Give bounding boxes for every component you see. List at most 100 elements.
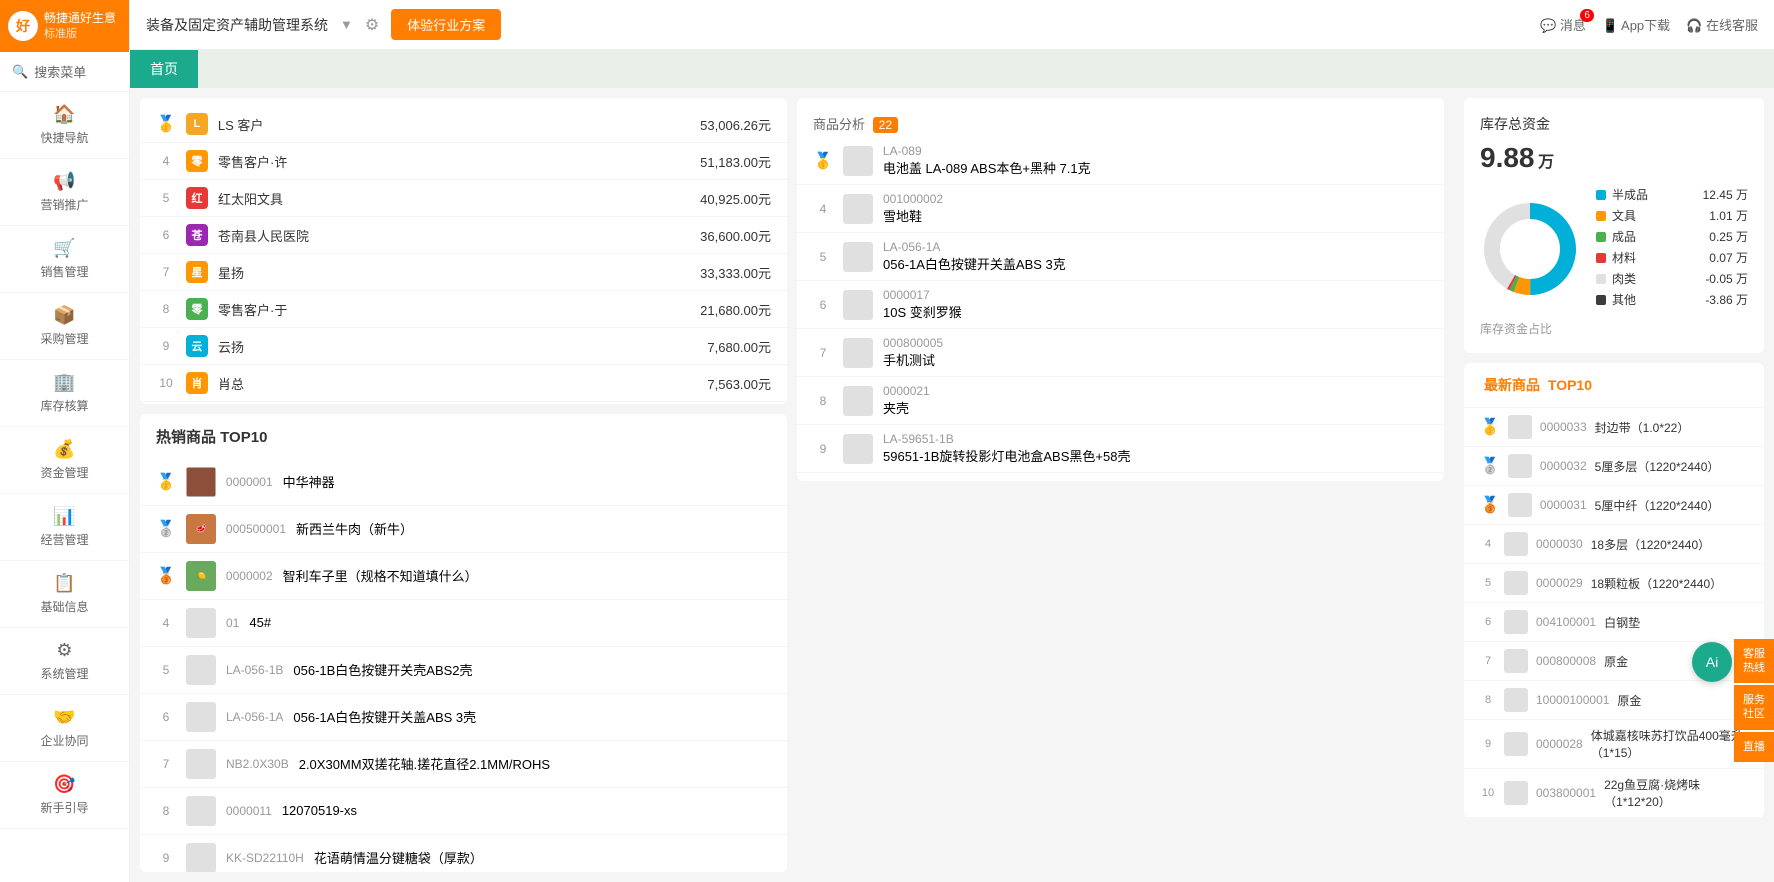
prod-rank-6: 7: [813, 346, 833, 360]
rank-name-6: 零售客户·于: [218, 300, 690, 319]
legend-label-6: 其他: [1612, 291, 1699, 308]
inventory-total: 9.88 万: [1480, 142, 1748, 174]
inventory-unit: 万: [1538, 154, 1554, 171]
rank-item-8: 10 肖 肖总 7,563.00元: [140, 365, 787, 402]
badge-1: L: [186, 113, 208, 135]
new-rank-7: 7: [1480, 655, 1496, 667]
hot-name-7: 2.0X30MM双搓花轴.搓花直径2.1MM/ROHS: [299, 754, 550, 773]
hot-item-9: 9 KK-SD22110H 花语萌情温分键糖袋（厚款）: [140, 835, 787, 872]
hot-name-2: 新西兰牛肉（新牛）: [296, 519, 413, 538]
hot-name-6: 056-1A白色按键开关盖ABS 3壳: [293, 707, 476, 726]
legend-dot-5: [1596, 274, 1606, 284]
basics-icon: 📋: [53, 573, 75, 594]
badge-5: 星: [186, 261, 208, 283]
sidebar-item-finance[interactable]: 💰 资金管理: [0, 427, 129, 494]
legend-val-3: 0.25 万: [1709, 228, 1748, 245]
rank-item-7: 9 云 云扬 7,680.00元: [140, 328, 787, 365]
sidebar-item-system[interactable]: ⚙ 系统管理: [0, 628, 129, 695]
logo-icon: 好: [8, 11, 38, 41]
new-name-2: 5厘多层（1220*2440）: [1595, 458, 1748, 475]
gear-icon[interactable]: ⚙: [365, 15, 379, 35]
hot-medal-1: 🥇: [156, 472, 176, 492]
new-name-9: 体城嘉核味苏打饮品400毫升（1*15）: [1591, 727, 1748, 761]
hot-rank-9: 9: [156, 851, 176, 865]
badge-2: 零: [186, 150, 208, 172]
sidebar-item-nav[interactable]: 🏠 快捷导航: [0, 92, 129, 159]
sidebar-item-inventory[interactable]: 🏢 库存核算: [0, 360, 129, 427]
legend-label-5: 肉类: [1612, 270, 1699, 287]
prod-name-3: 雪地鞋: [883, 206, 1428, 225]
new-medal-1: 🥇: [1480, 417, 1500, 437]
online-service-button[interactable]: 🎧 在线客服: [1686, 15, 1758, 34]
new-rank-6: 6: [1480, 616, 1496, 628]
dropdown-icon[interactable]: ▼: [340, 17, 353, 32]
new-item-2: 🥈 0000032 5厘多层（1220*2440）: [1464, 447, 1764, 486]
new-item-5: 5 0000029 18颗粒板（1220*2440）: [1464, 564, 1764, 603]
app-download-button[interactable]: 📱 App下载: [1602, 15, 1670, 34]
new-img-6: [1504, 610, 1528, 634]
prod-name-1: 电池盖 LA-089 ABS本色+黑种 7.1克: [883, 158, 1428, 177]
prod-rank-8: 9: [813, 442, 833, 456]
hot-code-1: 0000001: [226, 475, 273, 489]
rank-item-3: 5 红 红太阳文具 40,925.00元: [140, 180, 787, 217]
badge-8: 肖: [186, 372, 208, 394]
sidebar-item-guide[interactable]: 🎯 新手引导: [0, 762, 129, 829]
hot-item-5: 5 LA-056-1B 056-1B白色按键开关壳ABS2壳: [140, 647, 787, 694]
hot-name-1: 中华神器: [283, 472, 335, 491]
message-button[interactable]: 💬 消息 6: [1540, 15, 1586, 34]
hot-item-7: 7 NB2.0X30B 2.0X30MM双搓花轴.搓花直径2.1MM/ROHS: [140, 741, 787, 788]
float-btn-service[interactable]: 客服热线: [1734, 639, 1774, 684]
float-btn-community[interactable]: 服务社区: [1734, 685, 1774, 730]
sidebar-item-basics[interactable]: 📋 基础信息: [0, 561, 129, 628]
rank-name-3: 红太阳文具: [218, 189, 690, 208]
rank-item-4: 6 苍 苍南县人民医院 36,600.00元: [140, 217, 787, 254]
product-sales-panel: 商品分析 22 🥇 LA-089 电池盖 LA-089 ABS本色+黑种 7.1…: [797, 98, 1444, 481]
prod-code-8: LA-59651-1B: [883, 432, 1428, 446]
new-img-7: [1504, 649, 1528, 673]
new-img-9: [1504, 732, 1528, 756]
finance-icon: 💰: [53, 439, 75, 460]
prod-code-1: LA-089: [883, 144, 1428, 158]
legend-item-5: 肉类 -0.05 万: [1596, 270, 1748, 287]
operations-icon: 📊: [53, 506, 75, 527]
tab-home[interactable]: 首页: [130, 50, 198, 88]
sidebar-item-purchase[interactable]: 📦 采购管理: [0, 293, 129, 360]
prod-img-7: [843, 386, 873, 416]
donut-chart: [1480, 199, 1580, 299]
rank-num-7: 9: [156, 339, 176, 353]
product-item-7: 8 0000021 夹壳: [797, 377, 1444, 425]
hot-code-4: 01: [226, 616, 239, 630]
sidebar-item-operations[interactable]: 📊 经营管理: [0, 494, 129, 561]
new-img-3: [1508, 493, 1532, 517]
prod-info-4: LA-056-1A 056-1A白色按键开关盖ABS 3克: [883, 240, 1428, 273]
topbar: 装备及固定资产辅助管理系统 ▼ ⚙ 体验行业方案 💬 消息 6 📱 App下载 …: [130, 0, 1774, 50]
sidebar-item-sales[interactable]: 🛒 销售管理: [0, 226, 129, 293]
new-img-2: [1508, 454, 1532, 478]
rank-item-6: 8 零 零售客户·于 21,680.00元: [140, 291, 787, 328]
inventory-title: 库存总资金: [1480, 114, 1748, 134]
float-btn-live[interactable]: 直播: [1734, 732, 1774, 762]
legend-val-2: 1.01 万: [1709, 207, 1748, 224]
legend-val-4: 0.07 万: [1709, 249, 1748, 266]
sidebar-item-marketing[interactable]: 📢 营销推广: [0, 159, 129, 226]
prod-img-8: [843, 434, 873, 464]
new-rank-5: 5: [1480, 577, 1496, 589]
hot-name-4: 45#: [249, 615, 271, 630]
prod-medal-1: 🥇: [813, 151, 833, 171]
prod-info-1: LA-089 电池盖 LA-089 ABS本色+黑种 7.1克: [883, 144, 1428, 177]
legend-label-3: 成品: [1612, 228, 1703, 245]
prod-rank-4: 5: [813, 250, 833, 264]
search-menu[interactable]: 🔍 搜索菜单: [0, 52, 129, 92]
search-icon: 🔍: [12, 64, 28, 80]
new-medal-3: 🥉: [1480, 495, 1500, 515]
sales-ranking-panel: 🥇 L LS 客户 53,006.26元 4 零 零售客户·许 51,183.0…: [140, 98, 787, 404]
ai-button[interactable]: Ai: [1692, 642, 1732, 682]
prod-name-5: 10S 变刹罗猴: [883, 302, 1428, 321]
rank-num-3: 5: [156, 191, 176, 205]
hot-item-4: 4 01 45#: [140, 600, 787, 647]
sidebar-item-collab[interactable]: 🤝 企业协同: [0, 695, 129, 762]
sidebar: 好 畅捷通好生意 标准版 🔍 搜索菜单 🏠 快捷导航 📢 营销推广 🛒 销售管理…: [0, 0, 130, 882]
prod-img-3: [843, 194, 873, 224]
trial-button[interactable]: 体验行业方案: [391, 9, 501, 40]
prod-code-6: 000800005: [883, 336, 1428, 350]
